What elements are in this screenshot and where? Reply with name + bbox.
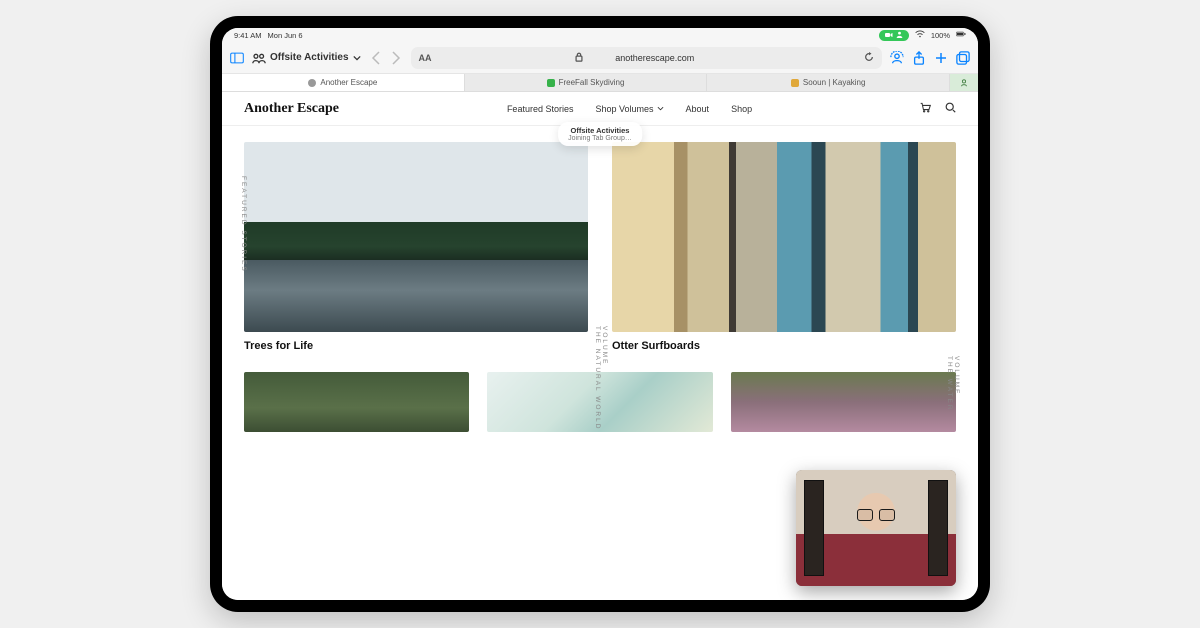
- facetime-video: [796, 470, 956, 586]
- reload-button[interactable]: [864, 52, 874, 64]
- web-page: Offsite Activities Joining Tab Group… An…: [222, 92, 978, 600]
- favicon-icon: [308, 79, 316, 87]
- article-title: Otter Surfboards: [612, 340, 956, 352]
- toast-subtitle: Joining Tab Group…: [568, 135, 632, 142]
- ipad-frame: 9:41 AM Mon Jun 6 100%: [210, 16, 990, 612]
- status-bar: 9:41 AM Mon Jun 6 100%: [222, 28, 978, 42]
- favicon-icon: [547, 79, 555, 87]
- ipad-screen: 9:41 AM Mon Jun 6 100%: [222, 28, 978, 600]
- nav-shop-volumes-label: Shop Volumes: [595, 104, 653, 114]
- article-image: [612, 142, 956, 332]
- tab-group-add-icon[interactable]: [950, 74, 978, 91]
- facetime-pip[interactable]: [796, 470, 956, 586]
- tabs-overview-button[interactable]: [956, 51, 970, 65]
- site-logo[interactable]: Another Escape: [244, 101, 339, 117]
- status-time: 9:41 AM: [234, 31, 262, 40]
- site-nav: Featured Stories Shop Volumes About Shop: [339, 104, 920, 114]
- shareplay-button[interactable]: [890, 51, 904, 65]
- pip-bg-frame: [804, 480, 824, 576]
- nav-shop[interactable]: Shop: [731, 104, 752, 114]
- tab-strip: Another Escape FreeFall Skydiving Sooun …: [222, 74, 978, 92]
- battery-icon: [956, 30, 966, 40]
- nav-shop-volumes[interactable]: Shop Volumes: [595, 104, 663, 114]
- pip-bg-frame: [928, 480, 948, 576]
- lock-icon: [574, 52, 584, 64]
- tab-label: Sooun | Kayaking: [803, 78, 866, 87]
- new-tab-button[interactable]: [934, 51, 948, 65]
- status-date: Mon Jun 6: [268, 31, 303, 40]
- article-image: [244, 142, 588, 332]
- sidebar-button[interactable]: [230, 51, 244, 65]
- rail-featured: FEATURED STORIES: [240, 176, 247, 273]
- page-body: FEATURED STORIES THE NATURAL WORLD VOLUM…: [222, 126, 978, 432]
- tab-group-name: Offsite Activities: [270, 52, 349, 63]
- url-text: anotherescape.com: [588, 53, 722, 63]
- article-thumb[interactable]: [731, 372, 956, 432]
- pip-person-glasses: [857, 509, 895, 519]
- tab-freefall[interactable]: FreeFall Skydiving: [465, 74, 708, 91]
- forward-button[interactable]: [389, 51, 403, 65]
- article-title: Trees for Life: [244, 340, 588, 352]
- site-header: Another Escape Featured Stories Shop Vol…: [222, 92, 978, 126]
- article-card[interactable]: Trees for Life: [244, 142, 588, 352]
- rail-natural-world: THE NATURAL WORLD VOLUME: [594, 326, 608, 432]
- facetime-indicator[interactable]: [879, 30, 909, 41]
- tab-label: FreeFall Skydiving: [559, 78, 625, 87]
- tab-label: Another Escape: [320, 78, 377, 87]
- share-button[interactable]: [912, 51, 926, 65]
- tab-group-picker[interactable]: Offsite Activities: [252, 51, 361, 65]
- reader-textsize-button[interactable]: AA: [419, 53, 432, 63]
- wifi-icon: [915, 30, 925, 40]
- facetime-person-icon: [896, 31, 903, 40]
- favicon-icon: [791, 79, 799, 87]
- cart-icon[interactable]: [920, 100, 931, 118]
- tab-group-toast: Offsite Activities Joining Tab Group…: [558, 122, 642, 146]
- search-icon[interactable]: [945, 100, 956, 118]
- rail-water-volume: THE WATER VOLUME: [946, 356, 960, 432]
- article-card[interactable]: Otter Surfboards: [612, 142, 956, 352]
- chevron-down-icon: [657, 105, 664, 112]
- back-button[interactable]: [369, 51, 383, 65]
- safari-toolbar: Offsite Activities AA anotherescape.com: [222, 42, 978, 74]
- article-thumb[interactable]: [244, 372, 469, 432]
- battery-percent: 100%: [931, 31, 950, 40]
- nav-about[interactable]: About: [686, 104, 710, 114]
- tab-sooun[interactable]: Sooun | Kayaking: [707, 74, 950, 91]
- tab-another-escape[interactable]: Another Escape: [222, 74, 465, 91]
- toast-title: Offsite Activities: [568, 126, 632, 135]
- nav-featured[interactable]: Featured Stories: [507, 104, 574, 114]
- url-bar[interactable]: AA anotherescape.com: [411, 47, 882, 69]
